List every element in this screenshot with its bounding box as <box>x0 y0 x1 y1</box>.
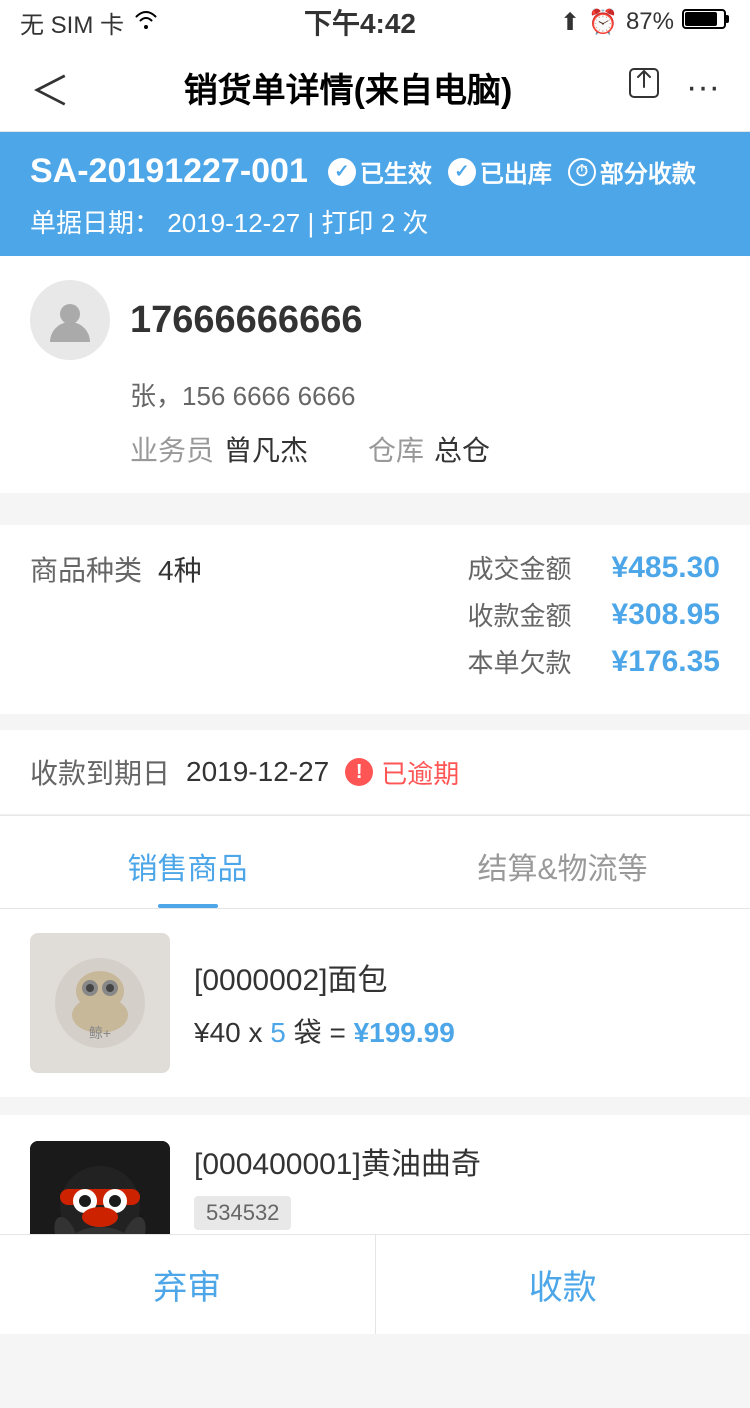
confirm-label: 收款 <box>529 1260 597 1309</box>
share-icon[interactable] <box>626 65 662 110</box>
customer-main-row: 17666666666 <box>30 280 720 360</box>
warehouse-meta: 仓库 总仓 <box>368 429 490 469</box>
page-title: 销货单详情(来自电脑) <box>184 63 513 112</box>
order-badges: ✓ 已生效 ✓ 已出库 ⏱ 部分收款 <box>328 154 696 189</box>
owed-amount-row: 本单欠款 ¥176.35 <box>468 643 720 680</box>
nav-right-actions: ··· <box>626 65 720 110</box>
date-value: 2019-12-27 <box>167 208 300 238</box>
clock-icon: ⏱ <box>568 158 596 186</box>
tab-settlement-logistics[interactable]: 结算&物流等 <box>375 816 750 908</box>
avatar <box>30 280 110 360</box>
warehouse-label: 仓库 <box>368 429 424 469</box>
deal-amount-label: 成交金额 <box>468 549 572 586</box>
status-left: 无 SIM 卡 <box>20 5 160 40</box>
status-bar: 无 SIM 卡 下午4:42 ⬆ ⏰ 87% <box>0 0 750 44</box>
battery-icon <box>682 7 730 38</box>
date-label: 单据日期： <box>30 208 160 238</box>
stats-section: 商品种类 4种 成交金额 ¥485.30 收款金额 ¥308.95 本单欠款 ¥… <box>0 525 750 714</box>
status-time: 下午4:42 <box>304 2 416 42</box>
alarm-icon: ⏰ <box>588 8 618 37</box>
product-item-bread: 鲸+ [0000002]面包 ¥40 x 5 袋 = ¥199.99 <box>0 909 750 1097</box>
receive-amount-label: 收款金额 <box>468 596 572 633</box>
product-thumb-bread: 鲸+ <box>30 933 170 1073</box>
badge-shipped-label: 已出库 <box>480 154 552 189</box>
back-button[interactable]: ＜ <box>30 59 70 117</box>
cancel-review-button[interactable]: 弃审 <box>0 1235 376 1334</box>
wifi-icon <box>132 8 160 36</box>
status-right: ⬆ ⏰ 87% <box>560 7 730 38</box>
badge-partial-payment: ⏱ 部分收款 <box>568 154 696 189</box>
badge-effective: ✓ 已生效 <box>328 154 432 189</box>
due-section: 收款到期日 2019-12-27 ! 已逾期 <box>0 730 750 815</box>
badge-effective-label: 已生效 <box>360 154 432 189</box>
print-count: 2 <box>381 208 395 238</box>
stats-left: 商品种类 4种 <box>30 549 202 597</box>
svg-text:鲸+: 鲸+ <box>89 1025 111 1041</box>
bread-multiply: x <box>249 1017 271 1048</box>
stats-right: 成交金额 ¥485.30 收款金额 ¥308.95 本单欠款 ¥176.35 <box>468 549 720 690</box>
tab-sales-products[interactable]: 销售商品 <box>0 816 375 908</box>
more-icon[interactable]: ··· <box>686 68 720 107</box>
due-label: 收款到期日 <box>30 752 170 792</box>
check-icon-2: ✓ <box>448 158 476 186</box>
bread-equals: = <box>329 1017 353 1048</box>
print-separator: | <box>307 208 321 238</box>
bread-unit: 袋 <box>294 1017 322 1048</box>
bread-price: ¥40 <box>194 1017 241 1048</box>
deal-amount-value: ¥485.30 <box>612 551 720 585</box>
overdue-icon: ! <box>345 758 373 786</box>
customer-name-phone: 张，156 6666 6666 <box>30 376 720 413</box>
deal-amount-row: 成交金额 ¥485.30 <box>468 549 720 586</box>
header-banner: SA-20191227-001 ✓ 已生效 ✓ 已出库 ⏱ 部分收款 单据日期：… <box>0 132 750 256</box>
order-id-row: SA-20191227-001 ✓ 已生效 ✓ 已出库 ⏱ 部分收款 <box>30 152 720 191</box>
print-unit: 次 <box>402 208 428 238</box>
product-info-bread: [0000002]面包 ¥40 x 5 袋 = ¥199.99 <box>194 955 720 1051</box>
cancel-label: 弃审 <box>153 1260 221 1309</box>
product-batch-cookie: 534532 <box>194 1196 291 1230</box>
salesperson-meta: 业务员 曾凡杰 <box>130 429 308 469</box>
salesperson-label: 业务员 <box>130 429 214 469</box>
product-separator <box>0 1099 750 1115</box>
product-type-label: 商品种类 <box>30 549 142 589</box>
battery-label: 87% <box>626 8 674 36</box>
tab-settlement-label: 结算&物流等 <box>477 853 647 886</box>
tabs-container: 销售商品 结算&物流等 <box>0 816 750 909</box>
collect-payment-button[interactable]: 收款 <box>376 1235 750 1334</box>
overdue-text: 已逾期 <box>381 754 459 791</box>
customer-section: 17666666666 张，156 6666 6666 业务员 曾凡杰 仓库 总… <box>0 256 750 493</box>
header-date-row: 单据日期： 2019-12-27 | 打印 2 次 <box>30 203 720 240</box>
nav-bar: ＜ 销货单详情(来自电脑) ··· <box>0 44 750 132</box>
badge-partial-label: 部分收款 <box>600 154 696 189</box>
customer-id: 17666666666 <box>130 299 362 342</box>
overdue-badge: ! 已逾期 <box>345 754 459 791</box>
product-type-value: 4种 <box>158 549 202 589</box>
product-type-stat: 商品种类 4种 <box>30 549 202 589</box>
order-id-text: SA-20191227-001 <box>30 152 308 191</box>
owed-amount-value: ¥176.35 <box>612 645 720 679</box>
check-icon-1: ✓ <box>328 158 356 186</box>
tab-sales-products-label: 销售商品 <box>128 853 248 886</box>
owed-amount-label: 本单欠款 <box>468 643 572 680</box>
product-price-bread: ¥40 x 5 袋 = ¥199.99 <box>194 1011 720 1051</box>
bread-qty: 5 <box>270 1017 286 1048</box>
no-sim-label: 无 SIM 卡 <box>20 5 124 40</box>
receive-amount-row: 收款金额 ¥308.95 <box>468 596 720 633</box>
print-label: 打印 <box>321 208 373 238</box>
customer-meta: 业务员 曾凡杰 仓库 总仓 <box>30 429 720 469</box>
receive-amount-value: ¥308.95 <box>612 598 720 632</box>
warehouse-value: 总仓 <box>434 429 490 469</box>
location-icon: ⬆ <box>560 8 580 37</box>
bread-total: ¥199.99 <box>354 1017 455 1048</box>
product-name-cookie: [000400001]黄油曲奇 <box>194 1139 720 1183</box>
due-date-value: 2019-12-27 <box>186 756 329 788</box>
badge-shipped: ✓ 已出库 <box>448 154 552 189</box>
separator-1 <box>0 509 750 525</box>
salesperson-value: 曾凡杰 <box>224 429 308 469</box>
bottom-bar: 弃审 收款 <box>0 1234 750 1334</box>
product-name-bread: [0000002]面包 <box>194 955 720 999</box>
